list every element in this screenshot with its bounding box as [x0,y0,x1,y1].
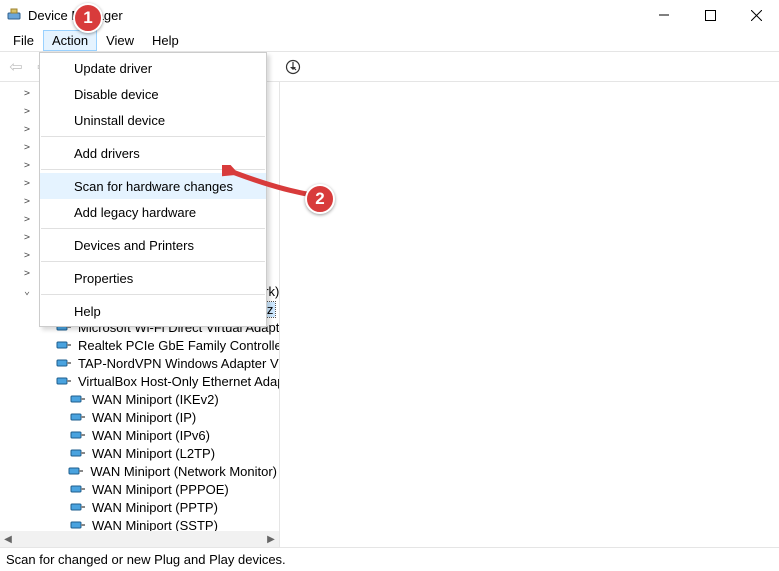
expander-icon[interactable]: > [20,214,34,225]
expander-icon[interactable]: > [20,106,34,117]
menu-uninstall-device[interactable]: Uninstall device [40,107,266,133]
device-icon [56,356,72,370]
device-label: WAN Miniport (PPTP) [90,500,220,515]
menu-separator [41,294,265,295]
device-label: TAP-NordVPN Windows Adapter V9 [76,356,279,371]
horizontal-scrollbar[interactable]: ◀ ▶ [0,531,279,547]
scroll-right-icon[interactable]: ▶ [263,531,279,547]
action-dropdown: Update driver Disable device Uninstall d… [39,52,267,327]
device-label: VirtualBox Host-Only Ethernet Adapter [76,374,279,389]
expander-icon[interactable]: > [20,178,34,189]
menu-file[interactable]: File [4,30,43,51]
detail-pane [280,82,779,547]
device-icon [68,464,84,478]
device-label: WAN Miniport (L2TP) [90,446,217,461]
device-icon [70,410,86,424]
expander-icon[interactable]: > [20,232,34,243]
menu-help[interactable]: Help [40,298,266,324]
tree-item[interactable]: WAN Miniport (PPPOE) [0,480,279,498]
device-icon [70,392,86,406]
menu-separator [41,136,265,137]
menu-properties[interactable]: Properties [40,265,266,291]
window-controls [641,0,779,30]
menu-view[interactable]: View [97,30,143,51]
menu-disable-device[interactable]: Disable device [40,81,266,107]
expander-icon[interactable]: > [20,124,34,135]
device-icon [70,518,86,532]
device-icon [56,338,72,352]
tree-item[interactable]: WAN Miniport (L2TP) [0,444,279,462]
tree-item[interactable]: VirtualBox Host-Only Ethernet Adapter [0,372,279,390]
device-label: WAN Miniport (IP) [90,410,198,425]
annotation-badge-1: 1 [73,3,103,33]
expander-icon[interactable]: > [20,160,34,171]
status-text: Scan for changed or new Plug and Play de… [6,552,286,567]
device-label: WAN Miniport (IPv6) [90,428,212,443]
tree-item[interactable]: WAN Miniport (IPv6) [0,426,279,444]
nav-back-button[interactable]: ⇦ [4,55,28,79]
device-label: WAN Miniport (IKEv2) [90,392,221,407]
tree-item[interactable]: WAN Miniport (Network Monitor) [0,462,279,480]
expander-icon[interactable]: ⌄ [20,286,34,297]
close-button[interactable] [733,0,779,30]
device-label: WAN Miniport (Network Monitor) [88,464,279,479]
menu-add-drivers[interactable]: Add drivers [40,140,266,166]
menu-separator [41,169,265,170]
tree-item[interactable]: WAN Miniport (IKEv2) [0,390,279,408]
minimize-button[interactable] [641,0,687,30]
menu-action[interactable]: Action [43,30,97,51]
menu-bar: File Action View Help [0,30,779,52]
menu-update-driver[interactable]: Update driver [40,55,266,81]
maximize-button[interactable] [687,0,733,30]
expander-icon[interactable]: > [20,196,34,207]
device-icon [70,482,86,496]
menu-add-legacy-hardware[interactable]: Add legacy hardware [40,199,266,225]
expander-icon[interactable]: > [20,88,34,99]
tree-item[interactable]: WAN Miniport (PPTP) [0,498,279,516]
menu-help[interactable]: Help [143,30,188,51]
expander-icon[interactable]: > [20,142,34,153]
window-title: Device Manager [28,8,641,23]
scroll-left-icon[interactable]: ◀ [0,531,16,547]
title-bar: Device Manager [0,0,779,30]
tree-item[interactable]: TAP-NordVPN Windows Adapter V9 [0,354,279,372]
device-label: Realtek PCIe GbE Family Controller #2 [76,338,279,353]
device-icon [56,374,72,388]
tree-item[interactable]: WAN Miniport (IP) [0,408,279,426]
device-icon [70,428,86,442]
device-icon [70,500,86,514]
device-icon [70,446,86,460]
expander-icon[interactable]: > [20,268,34,279]
app-icon [6,7,22,23]
menu-separator [41,261,265,262]
menu-separator [41,228,265,229]
device-label: WAN Miniport (PPPOE) [90,482,231,497]
toolbar-scan-button[interactable] [281,55,305,79]
annotation-badge-2: 2 [305,184,335,214]
status-bar: Scan for changed or new Plug and Play de… [0,547,779,571]
expander-icon[interactable]: > [20,250,34,261]
menu-scan-hardware-changes[interactable]: Scan for hardware changes [40,173,266,199]
tree-item[interactable]: Realtek PCIe GbE Family Controller #2 [0,336,279,354]
menu-devices-printers[interactable]: Devices and Printers [40,232,266,258]
